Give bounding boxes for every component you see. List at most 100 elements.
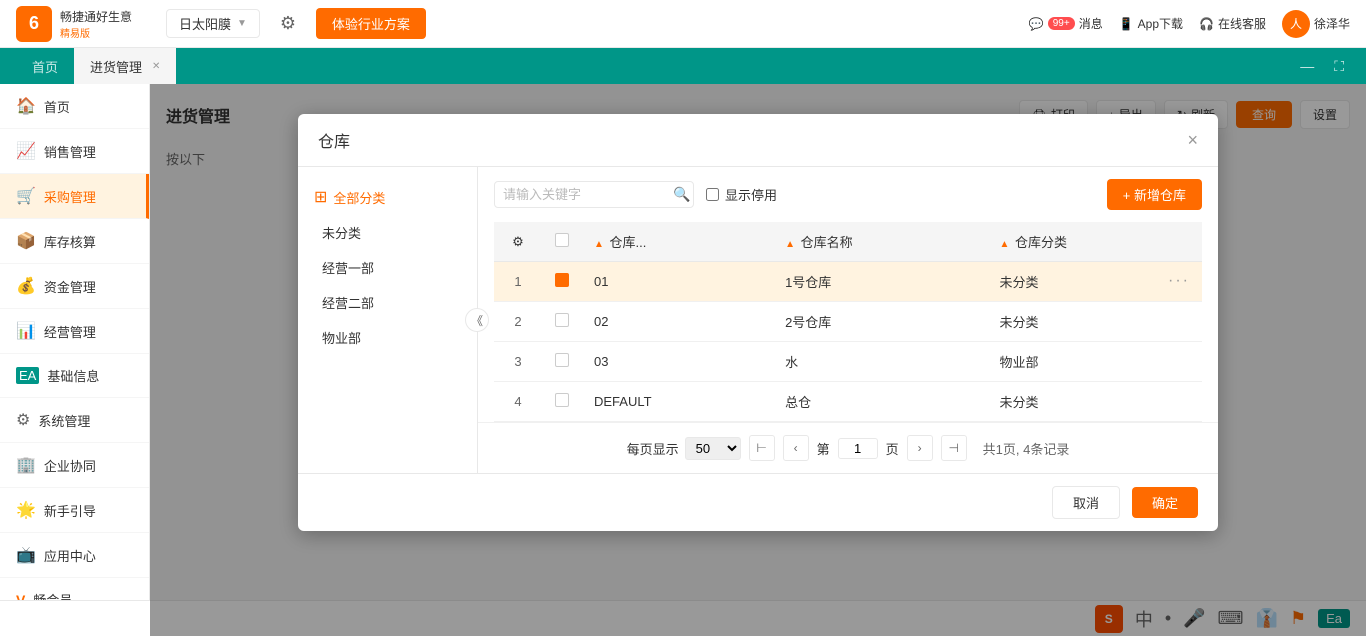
- category-all[interactable]: ⊞ 全部分类: [298, 179, 477, 215]
- row-checkbox[interactable]: [555, 393, 569, 407]
- row-code-cell: DEFAULT: [582, 382, 773, 422]
- sidebar-item-sales[interactable]: 📈 销售管理: [0, 129, 149, 174]
- category-item-0[interactable]: 未分类: [298, 215, 477, 250]
- modal-title: 仓库: [318, 128, 350, 152]
- category-collapse-btn[interactable]: 《: [465, 308, 489, 332]
- data-table: ⚙ ▲ 仓库...: [478, 222, 1218, 422]
- table-row[interactable]: 4 DEFAULT 总仓 未分类: [494, 382, 1202, 422]
- sidebar-item-enterprise[interactable]: 🏢 企业协同: [0, 443, 149, 488]
- row-checkbox-cell[interactable]: [542, 382, 582, 422]
- app-download-item[interactable]: 📱 App下载: [1119, 15, 1183, 32]
- sort-icon-name: ▲: [785, 239, 795, 250]
- search-input[interactable]: [503, 187, 673, 202]
- online-service-item[interactable]: 🎧 在线客服: [1199, 15, 1266, 32]
- sort-icon-code: ▲: [594, 239, 604, 250]
- row-checkbox[interactable]: [555, 313, 569, 327]
- sidebar-item-home[interactable]: 🏠 首页: [0, 84, 149, 129]
- confirm-button[interactable]: 确定: [1132, 487, 1198, 518]
- sidebar-item-system[interactable]: ⚙ 系统管理: [0, 398, 149, 443]
- sidebar-item-app-center[interactable]: 📺 应用中心: [0, 533, 149, 578]
- cancel-button[interactable]: 取消: [1052, 486, 1120, 519]
- sidebar-label-basic-info: 基础信息: [47, 366, 99, 385]
- store-selector[interactable]: 日太阳膜 ▼: [166, 9, 260, 38]
- modal-footer: 取消 确定: [298, 473, 1218, 531]
- category-item-1[interactable]: 经营一部: [298, 250, 477, 285]
- col-name: ▲ 仓库名称: [773, 222, 987, 262]
- sidebar-label-guide: 新手引导: [44, 501, 96, 520]
- sidebar-label-home: 首页: [44, 97, 70, 116]
- app-center-icon: 📺: [16, 545, 36, 565]
- row-category-cell: 未分类: [988, 382, 1202, 422]
- tab-purchase-label: 进货管理: [90, 57, 142, 76]
- message-label: 消息: [1079, 15, 1103, 32]
- modal-close-button[interactable]: ×: [1187, 130, 1198, 151]
- sidebar-item-operations[interactable]: 📊 经营管理: [0, 309, 149, 354]
- trial-button[interactable]: 体验行业方案: [316, 8, 426, 39]
- first-page-btn[interactable]: ⊢: [749, 435, 775, 461]
- last-page-btn[interactable]: ⊣: [941, 435, 967, 461]
- category-sidebar: ⊞ 全部分类 未分类 经营一部 经营二部 物业部: [298, 167, 478, 473]
- col-checkbox: [542, 222, 582, 262]
- store-name: 日太阳膜: [179, 14, 231, 33]
- table-row[interactable]: 2 02 2号仓库 未分类: [494, 302, 1202, 342]
- row-category-cell: 未分类···: [988, 262, 1202, 302]
- sidebar-item-inventory[interactable]: 📦 库存核算: [0, 219, 149, 264]
- store-arrow-icon: ▼: [237, 18, 247, 29]
- sidebar-label-finance: 资金管理: [44, 277, 96, 296]
- search-icon[interactable]: 🔍: [673, 186, 690, 203]
- table-row[interactable]: 3 03 水 物业部: [494, 342, 1202, 382]
- row-checkbox-cell[interactable]: [542, 302, 582, 342]
- category-item-2[interactable]: 经营二部: [298, 285, 477, 320]
- headphone-icon: 🎧: [1199, 17, 1214, 31]
- guide-icon: 🌟: [16, 500, 36, 520]
- row-category-cell: 未分类: [988, 302, 1202, 342]
- system-icon: ⚙: [16, 410, 30, 430]
- nav-maximize-icon[interactable]: ⛶: [1328, 54, 1350, 79]
- row-checkbox[interactable]: [555, 353, 569, 367]
- table-row[interactable]: 1 01 1号仓库 未分类···: [494, 262, 1202, 302]
- category-item-3[interactable]: 物业部: [298, 320, 477, 355]
- nav-minimize-icon[interactable]: —: [1294, 54, 1320, 79]
- category-label-3: 物业部: [322, 331, 361, 346]
- row-checkbox-cell[interactable]: [542, 262, 582, 302]
- sidebar-label-app-center: 应用中心: [44, 546, 96, 565]
- sidebar-item-finance[interactable]: 💰 资金管理: [0, 264, 149, 309]
- tab-home[interactable]: 首页: [16, 48, 74, 84]
- row-category-cell: 物业部: [988, 342, 1202, 382]
- user-item[interactable]: 人 徐泽华: [1282, 10, 1350, 38]
- row-num-cell: 3: [494, 342, 542, 382]
- row-code-cell: 02: [582, 302, 773, 342]
- row-checkbox[interactable]: [555, 273, 569, 287]
- settings-icon-btn[interactable]: ⚙: [272, 8, 304, 40]
- search-input-wrap[interactable]: 🔍: [494, 181, 694, 208]
- page-number-input[interactable]: [838, 438, 878, 459]
- row-checkbox-cell[interactable]: [542, 342, 582, 382]
- message-item[interactable]: 💬 99+ 消息: [1029, 15, 1103, 32]
- sidebar-item-basic-info[interactable]: EA 基础信息: [0, 354, 149, 398]
- modal-body: ⊞ 全部分类 未分类 经营一部 经营二部 物业部: [298, 167, 1218, 473]
- tab-purchase[interactable]: 进货管理 ✕: [74, 48, 176, 84]
- message-icon: 💬: [1029, 17, 1044, 31]
- app-logo: 6: [16, 6, 52, 42]
- row-name-cell: 总仓: [773, 382, 987, 422]
- purchase-icon: 🛒: [16, 186, 36, 206]
- sidebar-item-purchase[interactable]: 🛒 采购管理: [0, 174, 149, 219]
- row-name-cell: 2号仓库: [773, 302, 987, 342]
- operations-icon: 📊: [16, 321, 36, 341]
- nav-tabs: 首页 进货管理 ✕ — ⛶: [0, 48, 1366, 84]
- tab-home-label: 首页: [32, 57, 58, 76]
- show-disabled-checkbox[interactable]: [706, 188, 719, 201]
- row-code-cell: 03: [582, 342, 773, 382]
- page-suffix: 页: [886, 439, 899, 458]
- nav-right-controls: — ⛶: [1294, 54, 1350, 79]
- prev-page-btn[interactable]: ‹: [783, 435, 809, 461]
- next-page-btn[interactable]: ›: [907, 435, 933, 461]
- page-size-select: 每页显示 50 10 20 100: [627, 437, 741, 460]
- tab-close-icon[interactable]: ✕: [152, 61, 160, 72]
- logo-area: 6 畅捷通好生意 精易版: [16, 6, 166, 42]
- select-all-checkbox[interactable]: [555, 233, 569, 247]
- per-page-select[interactable]: 50 10 20 100: [685, 437, 741, 460]
- message-badge: 99+: [1048, 17, 1075, 30]
- add-warehouse-button[interactable]: + 新增仓库: [1107, 179, 1202, 210]
- sidebar-item-guide[interactable]: 🌟 新手引导: [0, 488, 149, 533]
